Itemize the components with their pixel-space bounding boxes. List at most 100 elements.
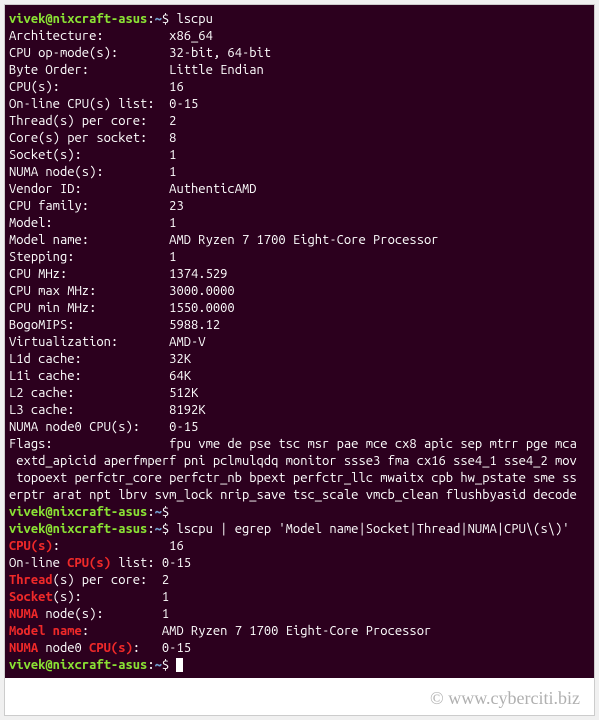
command-line-1: vivek@nixcraft-asus:~$ lscpu [9, 11, 590, 28]
lscpu-label: CPU min MHz: [9, 301, 169, 315]
lscpu-row: Core(s) per socket: 8 [9, 130, 590, 147]
lscpu-value: 1550.0000 [169, 301, 235, 315]
lscpu-row: CPU MHz: 1374.529 [9, 266, 590, 283]
egrep-row: Thread(s) per core: 2 [9, 572, 590, 589]
lscpu-row: Architecture: x86_64 [9, 28, 590, 45]
prompt-user: vivek@nixcraft-asus [9, 12, 147, 26]
lscpu-flags-row: Flags: fpu vme de pse tsc msr pae mce cx… [9, 436, 590, 453]
lscpu-row: L1d cache: 32K [9, 351, 590, 368]
prompt-end: $ [162, 522, 177, 536]
egrep-match: NUMA [9, 607, 38, 621]
prompt-user: vivek@nixcraft-asus [9, 658, 147, 672]
lscpu-value: 3000.0000 [169, 284, 235, 298]
lscpu-value: 64K [169, 369, 191, 383]
lscpu-label: Socket(s): [9, 148, 169, 162]
terminal-window: vivek@nixcraft-asus:~$ lscpuArchitecture… [4, 4, 595, 716]
lscpu-row: CPU family: 23 [9, 198, 590, 215]
terminal-output[interactable]: vivek@nixcraft-asus:~$ lscpuArchitecture… [5, 5, 594, 678]
egrep-value: 0-15 [162, 641, 191, 655]
lscpu-value: AMD Ryzen 7 1700 Eight-Core Processor [169, 233, 438, 247]
lscpu-label: Vendor ID: [9, 182, 169, 196]
command-line-empty: vivek@nixcraft-asus:~$ [9, 504, 590, 521]
lscpu-label: CPU max MHz: [9, 284, 169, 298]
egrep-match: CPU(s) [67, 556, 111, 570]
prompt-sep: : [147, 505, 154, 519]
lscpu-label: CPU op-mode(s): [9, 46, 169, 60]
lscpu-value: 8 [169, 131, 176, 145]
lscpu-label: Architecture: [9, 29, 169, 43]
cursor [176, 658, 183, 672]
egrep-row: On-line CPU(s) list: 0-15 [9, 555, 590, 572]
lscpu-row: L2 cache: 512K [9, 385, 590, 402]
lscpu-row: L1i cache: 64K [9, 368, 590, 385]
egrep-value: AMD Ryzen 7 1700 Eight-Core Processor [162, 624, 431, 638]
prompt-end: $ [162, 12, 177, 26]
lscpu-value: AMD-V [169, 335, 205, 349]
lscpu-label: On-line CPU(s) list: [9, 97, 169, 111]
watermark-text: © www.cyberciti.biz [5, 678, 594, 715]
egrep-match: NUMA [9, 641, 38, 655]
command-line-2: vivek@nixcraft-asus:~$ lscpu | egrep 'Mo… [9, 521, 590, 538]
egrep-value: 1 [162, 607, 169, 621]
lscpu-row: On-line CPU(s) list: 0-15 [9, 96, 590, 113]
egrep-mid: : [53, 539, 169, 553]
lscpu-row: CPU op-mode(s): 32-bit, 64-bit [9, 45, 590, 62]
egrep-match: CPU(s) [89, 641, 133, 655]
egrep-match: Model name [9, 624, 82, 638]
lscpu-label: Thread(s) per core: [9, 114, 169, 128]
lscpu-row: Byte Order: Little Endian [9, 62, 590, 79]
egrep-value: 1 [162, 590, 169, 604]
lscpu-value: AuthenticAMD [169, 182, 256, 196]
egrep-value: 16 [169, 539, 184, 553]
lscpu-value: 1 [169, 216, 176, 230]
egrep-row: Model name: AMD Ryzen 7 1700 Eight-Core … [9, 623, 590, 640]
lscpu-value: 8192K [169, 403, 205, 417]
lscpu-label: NUMA node0 CPU(s): [9, 420, 169, 434]
lscpu-row: NUMA node(s): 1 [9, 164, 590, 181]
command-line-cursor: vivek@nixcraft-asus:~$ [9, 657, 590, 674]
lscpu-row: L3 cache: 8192K [9, 402, 590, 419]
lscpu-row: Stepping: 1 [9, 249, 590, 266]
lscpu-label: Virtualization: [9, 335, 169, 349]
lscpu-row: Thread(s) per core: 2 [9, 113, 590, 130]
egrep-row: NUMA node(s): 1 [9, 606, 590, 623]
lscpu-label: L1i cache: [9, 369, 169, 383]
lscpu-row: NUMA node0 CPU(s): 0-15 [9, 419, 590, 436]
prompt-path: ~ [155, 505, 162, 519]
prompt-sep: : [147, 522, 154, 536]
lscpu-value: x86_64 [169, 29, 213, 43]
lscpu-value: 512K [169, 386, 198, 400]
prompt-sep: : [147, 12, 154, 26]
egrep-value: 2 [162, 573, 169, 587]
lscpu-value: 1 [169, 250, 176, 264]
lscpu-row: Socket(s): 1 [9, 147, 590, 164]
lscpu-label: Stepping: [9, 250, 169, 264]
command-text: lscpu [176, 12, 212, 26]
lscpu-label: Core(s) per socket: [9, 131, 169, 145]
lscpu-value: 5988.12 [169, 318, 220, 332]
lscpu-row: Model name: AMD Ryzen 7 1700 Eight-Core … [9, 232, 590, 249]
lscpu-value: fpu vme de pse tsc msr pae mce cx8 apic … [169, 437, 584, 451]
lscpu-label: Flags: [9, 437, 169, 451]
prompt-sep: : [147, 658, 154, 672]
egrep-pre: On-line [9, 556, 67, 570]
egrep-match: CPU(s) [9, 539, 53, 553]
egrep-mid: node(s): [38, 607, 162, 621]
lscpu-row: CPU max MHz: 3000.0000 [9, 283, 590, 300]
lscpu-value: Little Endian [169, 63, 264, 77]
egrep-row: Socket(s): 1 [9, 589, 590, 606]
lscpu-row: Virtualization: AMD-V [9, 334, 590, 351]
lscpu-value: 32-bit, 64-bit [169, 46, 271, 60]
lscpu-value: 16 [169, 80, 184, 94]
lscpu-flags-cont: topoext perfctr_core perfctr_nb bpext pe… [9, 470, 590, 487]
lscpu-value: 0-15 [169, 97, 198, 111]
egrep-mid: : [82, 624, 162, 638]
egrep-row: CPU(s): 16 [9, 538, 590, 555]
lscpu-row: BogoMIPS: 5988.12 [9, 317, 590, 334]
prompt-user: vivek@nixcraft-asus [9, 522, 147, 536]
command-text: lscpu | egrep 'Model name|Socket|Thread|… [176, 522, 569, 536]
egrep-mid: node0 [38, 641, 89, 655]
lscpu-label: CPU(s): [9, 80, 169, 94]
egrep-mid: : [133, 641, 162, 655]
lscpu-label: NUMA node(s): [9, 165, 169, 179]
